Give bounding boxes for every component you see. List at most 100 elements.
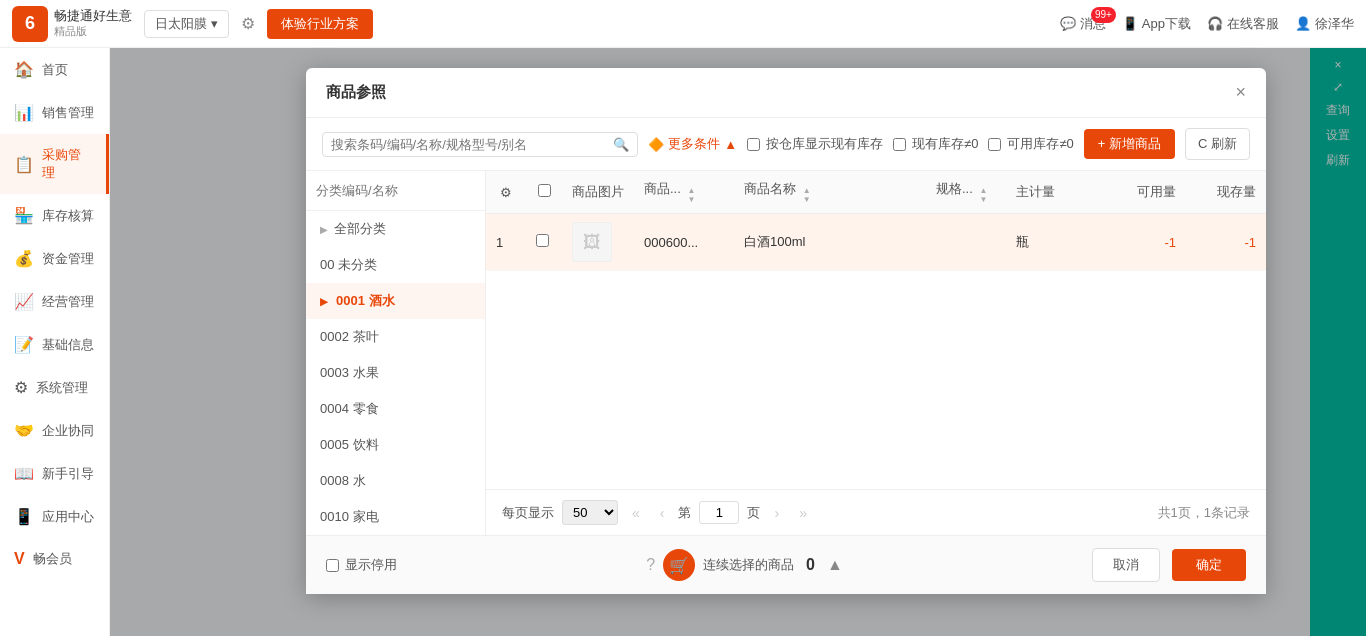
prev-page-btn[interactable]: ‹: [654, 503, 671, 523]
row-code: 000600...: [634, 214, 734, 271]
sidebar-item-home[interactable]: 🏠 首页: [0, 48, 109, 91]
gear-icon[interactable]: ⚙: [241, 14, 255, 33]
checkbox-warehouse-label[interactable]: 按仓库显示现有库存: [747, 135, 883, 153]
sidebar-item-enterprise[interactable]: 🤝 企业协同: [0, 409, 109, 452]
help-icon[interactable]: ?: [646, 556, 655, 574]
page-suffix: 页: [747, 504, 760, 522]
app-download-btn[interactable]: 📱 App下载: [1122, 15, 1191, 33]
cat-item-0008[interactable]: 0008 水: [306, 463, 485, 499]
online-service-btn[interactable]: 🎧 在线客服: [1207, 15, 1279, 33]
cat-label-0001: 0001 酒水: [336, 292, 395, 310]
category-search-area: 🔍 «: [306, 171, 485, 211]
row-name: 白酒100ml: [734, 214, 926, 271]
store-selector[interactable]: 日太阳膜 ▾: [144, 10, 229, 38]
confirm-btn[interactable]: 确定: [1172, 549, 1246, 581]
cat-item-0003[interactable]: 0003 水果: [306, 355, 485, 391]
page-size-select[interactable]: 10 20 50 100: [562, 500, 618, 525]
checkbox-warehouse[interactable]: [747, 138, 760, 151]
checkbox-available[interactable]: [988, 138, 1001, 151]
first-page-btn[interactable]: «: [626, 503, 646, 523]
sidebar-item-purchase[interactable]: 📋 采购管理: [0, 134, 109, 194]
filter-btn[interactable]: 🔶 更多条件 ▲: [648, 135, 737, 153]
cat-item-00[interactable]: 00 未分类: [306, 247, 485, 283]
cat-item-0010[interactable]: 0010 家电: [306, 499, 485, 535]
vip-icon: V: [14, 550, 25, 568]
sidebar-label-system: 系统管理: [36, 379, 88, 397]
th-stock: 现存量: [1186, 171, 1266, 214]
sidebar-item-guide[interactable]: 📖 新手引导: [0, 452, 109, 495]
cat-item-0004[interactable]: 0004 零食: [306, 391, 485, 427]
checkbox-current-stock-label[interactable]: 现有库存≠0: [893, 135, 978, 153]
category-search-input[interactable]: [316, 183, 484, 198]
cart-icon: 🛒: [669, 556, 689, 575]
cancel-btn[interactable]: 取消: [1092, 548, 1160, 582]
th-product-name[interactable]: 商品名称 ▲▼: [734, 171, 926, 214]
notification-btn[interactable]: 💬 消息 99+: [1060, 15, 1106, 33]
settings-gear-icon[interactable]: ⚙: [500, 185, 512, 200]
th-settings: ⚙: [486, 171, 526, 214]
th-product-code[interactable]: 商品... ▲▼: [634, 171, 734, 214]
cat-label-0003: 0003 水果: [320, 364, 379, 382]
image-icon: 🖼: [583, 232, 601, 253]
select-all-checkbox[interactable]: [538, 184, 551, 197]
category-list: ▶ 全部分类 00 未分类 ▶ 0001 酒水 0002 茶叶: [306, 211, 485, 535]
modal-footer: 显示停用 ? 🛒 连续选择的商品 0 ▲ 取消 确定: [306, 535, 1266, 594]
cat-item-0001[interactable]: ▶ 0001 酒水: [306, 283, 485, 319]
row-checkbox-cell[interactable]: [526, 214, 562, 271]
purchase-icon: 📋: [14, 155, 34, 174]
user-btn[interactable]: 👤 徐泽华: [1295, 15, 1354, 33]
add-product-btn[interactable]: + 新增商品: [1084, 129, 1175, 159]
cat-arrow-0001: ▶: [320, 296, 328, 307]
next-page-btn[interactable]: ›: [768, 503, 785, 523]
footer-collapse-btn[interactable]: ▲: [827, 556, 843, 574]
sidebar-label-enterprise: 企业协同: [42, 422, 94, 440]
th-spec[interactable]: 规格... ▲▼: [926, 171, 1006, 214]
search-icon[interactable]: 🔍: [613, 137, 629, 152]
search-box[interactable]: 🔍: [322, 132, 638, 157]
cart-count: 0: [806, 556, 815, 574]
sidebar-item-basic[interactable]: 📝 基础信息: [0, 323, 109, 366]
sidebar-item-inventory[interactable]: 🏪 库存核算: [0, 194, 109, 237]
total-info: 共1页，1条记录: [1158, 504, 1250, 522]
row-spec: [926, 214, 1006, 271]
sidebar-item-system[interactable]: ⚙ 系统管理: [0, 366, 109, 409]
sidebar-label-vip: 畅会员: [33, 550, 72, 568]
th-product-image: 商品图片: [562, 171, 634, 214]
cat-item-0005[interactable]: 0005 饮料: [306, 427, 485, 463]
cart-icon-btn[interactable]: 🛒: [663, 549, 695, 581]
online-service-label: 在线客服: [1227, 15, 1279, 33]
show-disabled-checkbox[interactable]: [326, 559, 339, 572]
checkbox-warehouse-text: 按仓库显示现有库存: [766, 135, 883, 153]
sidebar-item-vip[interactable]: V 畅会员: [0, 538, 109, 580]
cat-item-0002[interactable]: 0002 茶叶: [306, 319, 485, 355]
checkbox-current-stock[interactable]: [893, 138, 906, 151]
cat-item-all[interactable]: ▶ 全部分类: [306, 211, 485, 247]
show-disabled-label[interactable]: 显示停用: [326, 556, 397, 574]
refresh-btn[interactable]: C 刷新: [1185, 128, 1250, 160]
sidebar-label-purchase: 采购管理: [42, 146, 92, 182]
sidebar-item-finance[interactable]: 💰 资金管理: [0, 237, 109, 280]
search-input[interactable]: [331, 137, 607, 152]
store-name: 日太阳膜: [155, 15, 207, 33]
modal-header: 商品参照 ×: [306, 68, 1266, 118]
row-num: 1: [486, 214, 526, 271]
sidebar-item-apps[interactable]: 📱 应用中心: [0, 495, 109, 538]
logo-icon: 6: [12, 6, 48, 42]
page-input[interactable]: [699, 501, 739, 524]
checkbox-available-label[interactable]: 可用库存≠0: [988, 135, 1073, 153]
top-navbar: 6 畅捷通好生意 精品版 日太阳膜 ▾ ⚙ 体验行业方案 💬 消息 99+ 📱 …: [0, 0, 1366, 48]
sidebar-item-sales[interactable]: 📊 销售管理: [0, 91, 109, 134]
sales-icon: 📊: [14, 103, 34, 122]
row-checkbox[interactable]: [536, 234, 549, 247]
table-row[interactable]: 1 🖼 000600...: [486, 214, 1266, 271]
sidebar-item-business[interactable]: 📈 经营管理: [0, 280, 109, 323]
last-page-btn[interactable]: »: [793, 503, 813, 523]
experience-btn[interactable]: 体验行业方案: [267, 9, 373, 39]
filter-icon: 🔶: [648, 137, 664, 152]
sidebar-label-apps: 应用中心: [42, 508, 94, 526]
sidebar-label-business: 经营管理: [42, 293, 94, 311]
cat-label-0010: 0010 家电: [320, 508, 379, 526]
modal-close-btn[interactable]: ×: [1235, 82, 1246, 103]
inventory-icon: 🏪: [14, 206, 34, 225]
logo-line1: 畅捷通好生意: [54, 8, 132, 24]
